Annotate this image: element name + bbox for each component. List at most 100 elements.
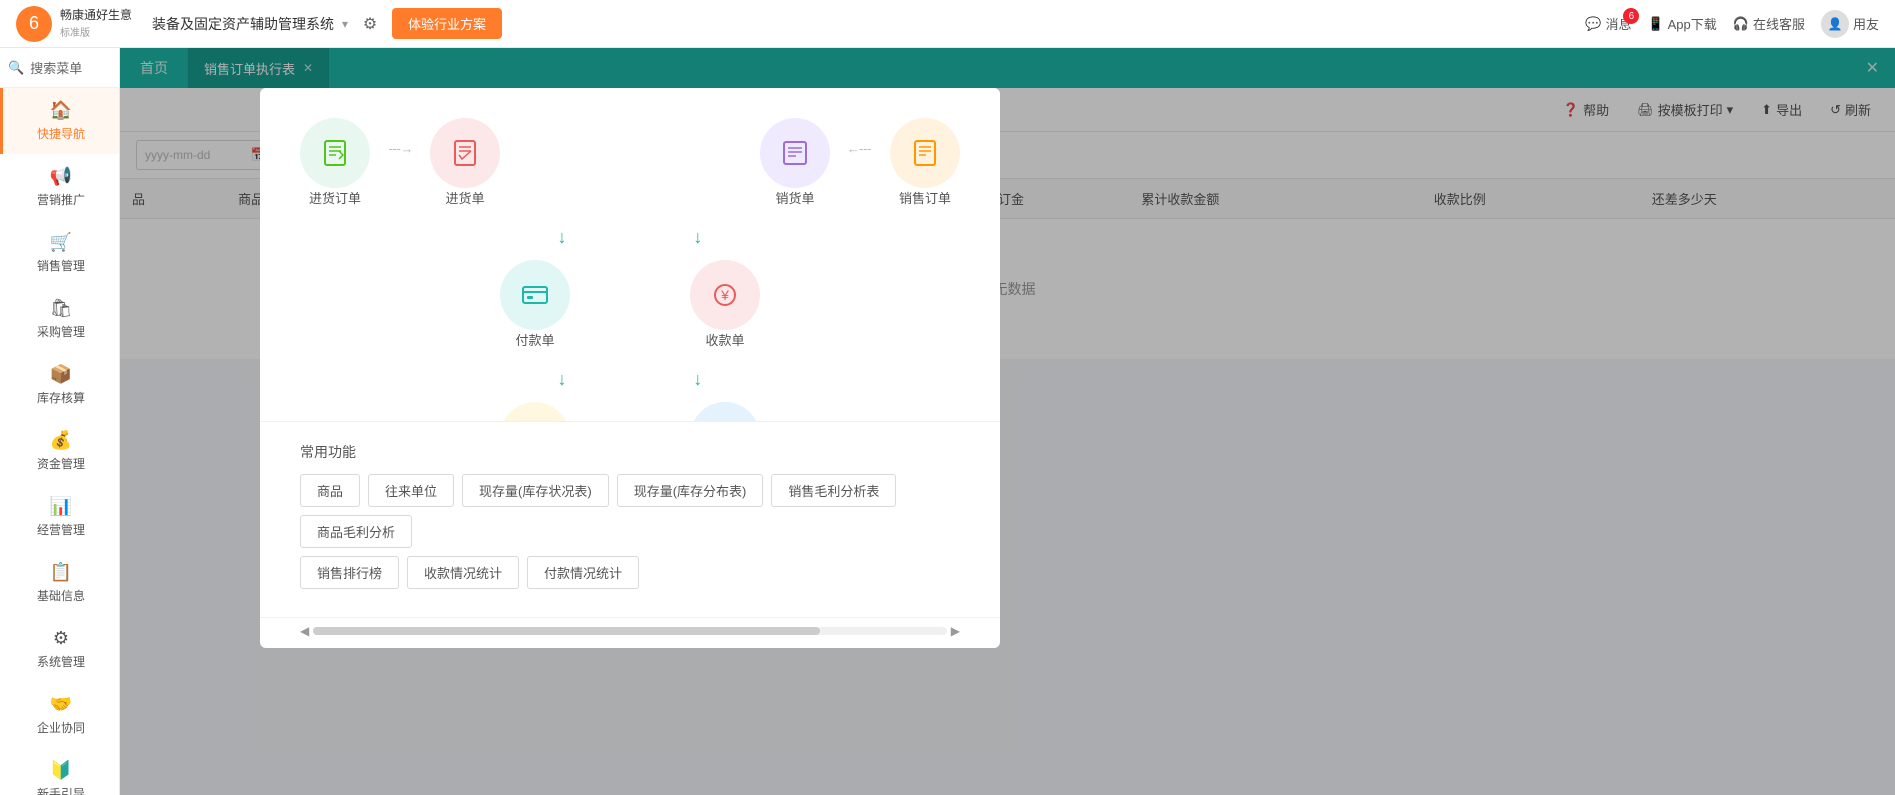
home-icon: 🏠 <box>50 100 72 121</box>
flow-col-purchase-receipt: 进货单 <box>430 118 500 207</box>
scroll-right-icon[interactable]: ▶ <box>951 624 960 638</box>
system-title: 装备及固定资产辅助管理系统 <box>152 14 334 34</box>
sidebar-item-operations[interactable]: 📊 经营管理 <box>0 484 119 550</box>
sidebar-item-label: 销售管理 <box>37 257 85 274</box>
svg-text:¥: ¥ <box>720 287 729 303</box>
guide-icon: 🔰 <box>50 760 72 781</box>
marketing-icon: 📢 <box>50 166 72 187</box>
common-btn-stock-status[interactable]: 现存量(库存状况表) <box>462 474 609 507</box>
flow-col-supplier-ledger: 供应商账本 <box>500 402 570 421</box>
common-btn-counterpart[interactable]: 往来单位 <box>368 474 454 507</box>
down-arrows-row2: ↓ ↓ <box>300 369 960 394</box>
sales-receipt-label: 销货单 <box>775 188 814 207</box>
settings-button[interactable]: ⚙ <box>356 10 384 38</box>
sales-order-circle[interactable] <box>890 118 960 188</box>
common-btn-sales-rank[interactable]: 销售排行榜 <box>300 556 399 589</box>
arrow-so-to-sr: - - - → <box>830 141 890 156</box>
sidebar: 🔍 搜索菜单 🏠 快捷导航 📢 营销推广 🛒 销售管理 🛍 采购管理 📦 库存核… <box>0 48 120 795</box>
sidebar-item-purchase[interactable]: 🛍 采购管理 <box>0 286 119 352</box>
top-bar: 6 畅康通好生意 标准版 装备及固定资产辅助管理系统 ▾ ⚙ 体验行业方案 💬 … <box>0 0 1895 48</box>
sidebar-item-label: 库存核算 <box>37 389 85 406</box>
flow-col-sales-receipt: 销货单 <box>760 118 830 207</box>
enterprise-icon: 🤝 <box>50 694 72 715</box>
message-badge: 6 <box>1623 8 1639 24</box>
modal-box: 进货订单 - - - → 进货单 <box>260 88 1000 648</box>
purchase-icon: 🛍 <box>50 298 73 319</box>
operations-icon: 📊 <box>50 496 72 517</box>
online-service-button[interactable]: 🎧 在线客服 <box>1733 14 1805 33</box>
purchase-receipt-label: 进货单 <box>445 188 484 207</box>
sidebar-item-label: 新手引导 <box>37 785 85 795</box>
purchase-order-label: 进货订单 <box>309 188 361 207</box>
logo-title: 畅康通好生意 <box>60 8 132 24</box>
payment-label: 付款单 <box>515 330 554 349</box>
modal-scroll: ◀ ▶ <box>260 617 1000 648</box>
sidebar-item-label: 营销推广 <box>37 191 85 208</box>
flow-row-1: 进货订单 - - - → 进货单 <box>300 118 960 207</box>
sidebar-item-label: 经营管理 <box>37 521 85 538</box>
message-button[interactable]: 💬 消息 6 <box>1585 14 1631 33</box>
common-btn-sales-gross[interactable]: 销售毛利分析表 <box>771 474 896 507</box>
flow-diagram: 进货订单 - - - → 进货单 <box>300 118 960 421</box>
avatar: 👤 <box>1821 10 1849 38</box>
basic-icon: 📋 <box>50 562 72 583</box>
customer-ledger-circle[interactable] <box>690 402 760 421</box>
sales-receipt-circle[interactable] <box>760 118 830 188</box>
sidebar-item-enterprise[interactable]: 🤝 企业协同 <box>0 682 119 748</box>
logo-sub: 标准版 <box>60 24 132 39</box>
arrow-po-to-pr: - - - → <box>370 141 430 156</box>
phone-icon: 📱 <box>1647 16 1663 32</box>
sidebar-item-label: 采购管理 <box>37 323 85 340</box>
trial-button[interactable]: 体验行业方案 <box>392 8 502 39</box>
sidebar-search[interactable]: 🔍 搜索菜单 <box>0 48 119 88</box>
sidebar-item-quick-nav[interactable]: 🏠 快捷导航 <box>0 88 119 154</box>
common-buttons-row1: 商品 往来单位 现存量(库存状况表) 现存量(库存分布表) 销售毛利分析表 商品… <box>300 474 960 548</box>
sidebar-item-label: 快捷导航 <box>37 125 85 142</box>
common-btn-collection-stat[interactable]: 收款情况统计 <box>407 556 519 589</box>
user-menu-button[interactable]: 👤 用友 <box>1821 10 1879 38</box>
sidebar-item-inventory[interactable]: 📦 库存核算 <box>0 352 119 418</box>
scroll-track[interactable] <box>313 627 947 635</box>
common-btn-stock-dist[interactable]: 现存量(库存分布表) <box>617 474 764 507</box>
flow-col-collection: ¥ 收款单 <box>690 260 760 349</box>
purchase-receipt-circle[interactable] <box>430 118 500 188</box>
dropdown-arrow-icon[interactable]: ▾ <box>342 17 348 31</box>
logo-icon: 6 <box>16 6 52 42</box>
system-icon: ⚙ <box>53 628 69 649</box>
sidebar-item-basic[interactable]: 📋 基础信息 <box>0 550 119 616</box>
modal-overlay[interactable]: 进货订单 - - - → 进货单 <box>120 48 1895 795</box>
collection-label: 收款单 <box>705 330 744 349</box>
scroll-left-icon[interactable]: ◀ <box>300 624 309 638</box>
headset-icon: 🎧 <box>1733 16 1749 32</box>
flow-row-2: 付款单 ¥ 收款单 <box>300 260 960 349</box>
collection-circle[interactable]: ¥ <box>690 260 760 330</box>
sidebar-item-label: 资金管理 <box>37 455 85 472</box>
flow-col-customer-ledger: 客户账本 <box>690 402 760 421</box>
common-section: 常用功能 商品 往来单位 现存量(库存状况表) 现存量(库存分布表) 销售毛利分… <box>260 421 1000 617</box>
sidebar-item-guide[interactable]: 🔰 新手引导 <box>0 748 119 795</box>
sidebar-item-sales[interactable]: 🛒 销售管理 <box>0 220 119 286</box>
modal-content: 进货订单 - - - → 进货单 <box>260 88 1000 421</box>
common-btn-payment-stat[interactable]: 付款情况统计 <box>527 556 639 589</box>
sidebar-item-label: 企业协同 <box>37 719 85 736</box>
search-icon: 🔍 <box>8 60 24 76</box>
system-title-area: 装备及固定资产辅助管理系统 ▾ ⚙ 体验行业方案 <box>136 8 1585 39</box>
finance-icon: 💰 <box>50 430 72 451</box>
common-btn-goods-gross[interactable]: 商品毛利分析 <box>300 515 412 548</box>
sidebar-item-finance[interactable]: 💰 资金管理 <box>0 418 119 484</box>
sidebar-item-marketing[interactable]: 📢 营销推广 <box>0 154 119 220</box>
sidebar-item-label: 基础信息 <box>37 587 85 604</box>
flow-col-purchase-order: 进货订单 <box>300 118 370 207</box>
main-layout: 🔍 搜索菜单 🏠 快捷导航 📢 营销推广 🛒 销售管理 🛍 采购管理 📦 库存核… <box>0 48 1895 795</box>
message-icon: 💬 <box>1585 16 1601 32</box>
logo-area: 6 畅康通好生意 标准版 <box>16 6 136 42</box>
flow-row-3: 供应商账本 客户账本 <box>300 402 960 421</box>
supplier-ledger-circle[interactable] <box>500 402 570 421</box>
common-btn-goods[interactable]: 商品 <box>300 474 360 507</box>
purchase-order-circle[interactable] <box>300 118 370 188</box>
sidebar-item-system[interactable]: ⚙ 系统管理 <box>0 616 119 682</box>
payment-circle[interactable] <box>500 260 570 330</box>
app-download-button[interactable]: 📱 App下载 <box>1647 14 1716 33</box>
sales-order-label: 销售订单 <box>899 188 951 207</box>
common-buttons-row2: 销售排行榜 收款情况统计 付款情况统计 <box>300 556 960 589</box>
